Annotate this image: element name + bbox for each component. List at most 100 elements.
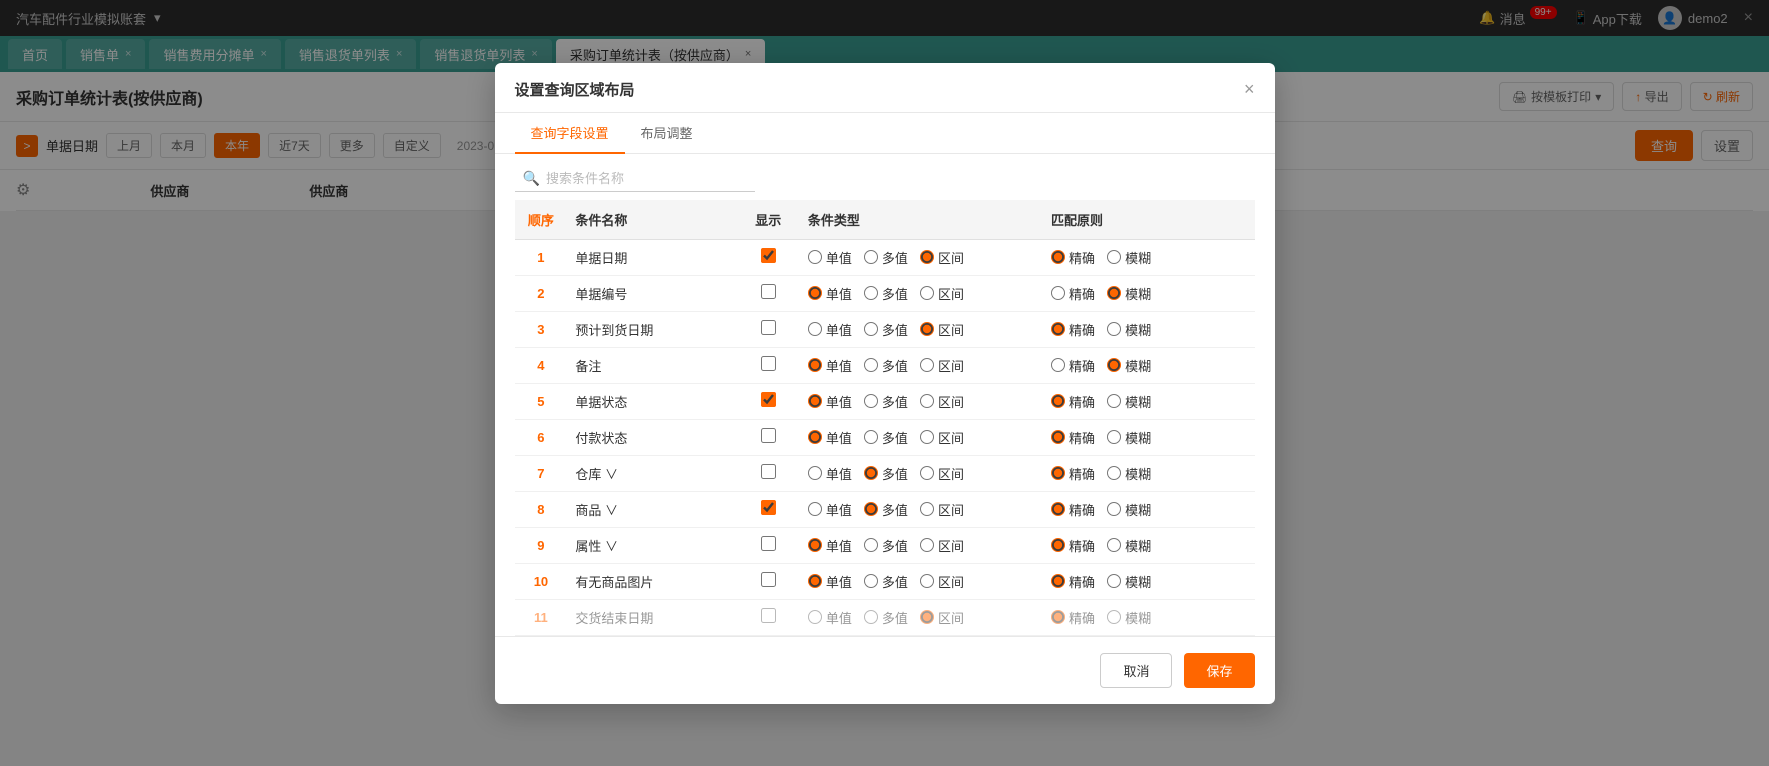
row-type-single-radio-5[interactable] (808, 430, 822, 444)
row-match-precise-radio-0[interactable] (1051, 250, 1065, 264)
row-type-range-1[interactable]: 区间 (920, 284, 964, 303)
row-match-fuzzy-5[interactable]: 模糊 (1107, 428, 1151, 447)
row-display-8[interactable] (736, 527, 799, 563)
row-type-multi-radio-2[interactable] (864, 322, 878, 336)
row-match-precise-10[interactable]: 精确 (1051, 608, 1095, 627)
row-match-fuzzy-radio-10[interactable] (1107, 610, 1121, 624)
row-type-multi-radio-9[interactable] (864, 574, 878, 588)
row-type-range-3[interactable]: 区间 (920, 356, 964, 375)
row-type-range-radio-1[interactable] (920, 286, 934, 300)
row-type-single-10[interactable]: 单值 (808, 608, 852, 627)
row-type-range-10[interactable]: 区间 (920, 608, 964, 627)
row-type-multi-radio-10[interactable] (864, 610, 878, 624)
row-match-precise-radio-3[interactable] (1051, 358, 1065, 372)
row-type-multi-radio-3[interactable] (864, 358, 878, 372)
row-display-6[interactable] (736, 455, 799, 491)
row-checkbox-10[interactable] (761, 608, 776, 623)
row-type-single-3[interactable]: 单值 (808, 356, 852, 375)
row-type-range-radio-7[interactable] (920, 502, 934, 516)
row-type-multi-radio-5[interactable] (864, 430, 878, 444)
row-type-multi-radio-7[interactable] (864, 502, 878, 516)
row-match-fuzzy-radio-8[interactable] (1107, 538, 1121, 552)
row-type-multi-6[interactable]: 多值 (864, 464, 908, 483)
row-type-range-radio-0[interactable] (920, 250, 934, 264)
row-match-fuzzy-9[interactable]: 模糊 (1107, 572, 1151, 591)
row-match-precise-1[interactable]: 精确 (1051, 284, 1095, 303)
row-display-3[interactable] (736, 347, 799, 383)
row-type-single-radio-4[interactable] (808, 394, 822, 408)
row-type-single-radio-2[interactable] (808, 322, 822, 336)
row-checkbox-3[interactable] (761, 356, 776, 371)
save-btn[interactable]: 保存 (1184, 653, 1254, 688)
dialog-tab-fields[interactable]: 查询字段设置 (515, 113, 625, 154)
row-match-precise-4[interactable]: 精确 (1051, 392, 1095, 411)
search-input[interactable] (546, 171, 746, 186)
row-type-multi-8[interactable]: 多值 (864, 536, 908, 555)
row-type-single-1[interactable]: 单值 (808, 284, 852, 303)
row-type-multi-3[interactable]: 多值 (864, 356, 908, 375)
row-checkbox-1[interactable] (761, 284, 776, 299)
row-checkbox-6[interactable] (761, 464, 776, 479)
row-type-range-radio-3[interactable] (920, 358, 934, 372)
row-type-multi-10[interactable]: 多值 (864, 608, 908, 627)
row-match-precise-2[interactable]: 精确 (1051, 320, 1095, 339)
row-match-precise-8[interactable]: 精确 (1051, 536, 1095, 555)
row-match-fuzzy-radio-4[interactable] (1107, 394, 1121, 408)
row-match-precise-radio-7[interactable] (1051, 502, 1065, 516)
row-type-single-4[interactable]: 单值 (808, 392, 852, 411)
row-type-single-radio-6[interactable] (808, 466, 822, 480)
row-type-multi-5[interactable]: 多值 (864, 428, 908, 447)
row-type-single-radio-7[interactable] (808, 502, 822, 516)
row-type-range-radio-6[interactable] (920, 466, 934, 480)
row-match-fuzzy-radio-9[interactable] (1107, 574, 1121, 588)
row-match-fuzzy-6[interactable]: 模糊 (1107, 464, 1151, 483)
row-match-precise-6[interactable]: 精确 (1051, 464, 1095, 483)
dialog-tab-layout[interactable]: 布局调整 (625, 113, 709, 154)
row-type-range-6[interactable]: 区间 (920, 464, 964, 483)
row-type-range-5[interactable]: 区间 (920, 428, 964, 447)
row-display-9[interactable] (736, 563, 799, 599)
row-checkbox-7[interactable] (761, 500, 776, 515)
row-type-single-8[interactable]: 单值 (808, 536, 852, 555)
row-type-single-2[interactable]: 单值 (808, 320, 852, 339)
row-checkbox-0[interactable] (761, 248, 776, 263)
row-display-1[interactable] (736, 275, 799, 311)
row-type-multi-radio-1[interactable] (864, 286, 878, 300)
row-display-4[interactable] (736, 383, 799, 419)
row-type-range-0[interactable]: 区间 (920, 248, 964, 267)
row-match-fuzzy-radio-2[interactable] (1107, 322, 1121, 336)
row-type-range-radio-4[interactable] (920, 394, 934, 408)
row-type-range-radio-8[interactable] (920, 538, 934, 552)
row-type-multi-7[interactable]: 多值 (864, 500, 908, 519)
row-match-fuzzy-8[interactable]: 模糊 (1107, 536, 1151, 555)
row-type-single-5[interactable]: 单值 (808, 428, 852, 447)
row-type-range-radio-10[interactable] (920, 610, 934, 624)
row-match-precise-radio-10[interactable] (1051, 610, 1065, 624)
row-type-multi-radio-0[interactable] (864, 250, 878, 264)
row-type-range-7[interactable]: 区间 (920, 500, 964, 519)
row-type-multi-0[interactable]: 多值 (864, 248, 908, 267)
row-display-0[interactable] (736, 239, 799, 275)
row-display-10[interactable] (736, 599, 799, 635)
row-match-fuzzy-3[interactable]: 模糊 (1107, 356, 1151, 375)
row-display-7[interactable] (736, 491, 799, 527)
row-type-multi-9[interactable]: 多值 (864, 572, 908, 591)
row-match-fuzzy-1[interactable]: 模糊 (1107, 284, 1151, 303)
row-checkbox-5[interactable] (761, 428, 776, 443)
row-match-precise-7[interactable]: 精确 (1051, 500, 1095, 519)
row-match-fuzzy-radio-7[interactable] (1107, 502, 1121, 516)
row-match-fuzzy-4[interactable]: 模糊 (1107, 392, 1151, 411)
row-match-precise-radio-9[interactable] (1051, 574, 1065, 588)
row-type-range-radio-9[interactable] (920, 574, 934, 588)
row-type-single-radio-1[interactable] (808, 286, 822, 300)
row-type-single-7[interactable]: 单值 (808, 500, 852, 519)
row-match-fuzzy-radio-0[interactable] (1107, 250, 1121, 264)
row-type-multi-radio-8[interactable] (864, 538, 878, 552)
row-type-multi-2[interactable]: 多值 (864, 320, 908, 339)
row-match-precise-5[interactable]: 精确 (1051, 428, 1095, 447)
row-type-single-radio-8[interactable] (808, 538, 822, 552)
row-match-precise-radio-2[interactable] (1051, 322, 1065, 336)
row-match-fuzzy-radio-5[interactable] (1107, 430, 1121, 444)
row-match-precise-radio-6[interactable] (1051, 466, 1065, 480)
row-checkbox-4[interactable] (761, 392, 776, 407)
